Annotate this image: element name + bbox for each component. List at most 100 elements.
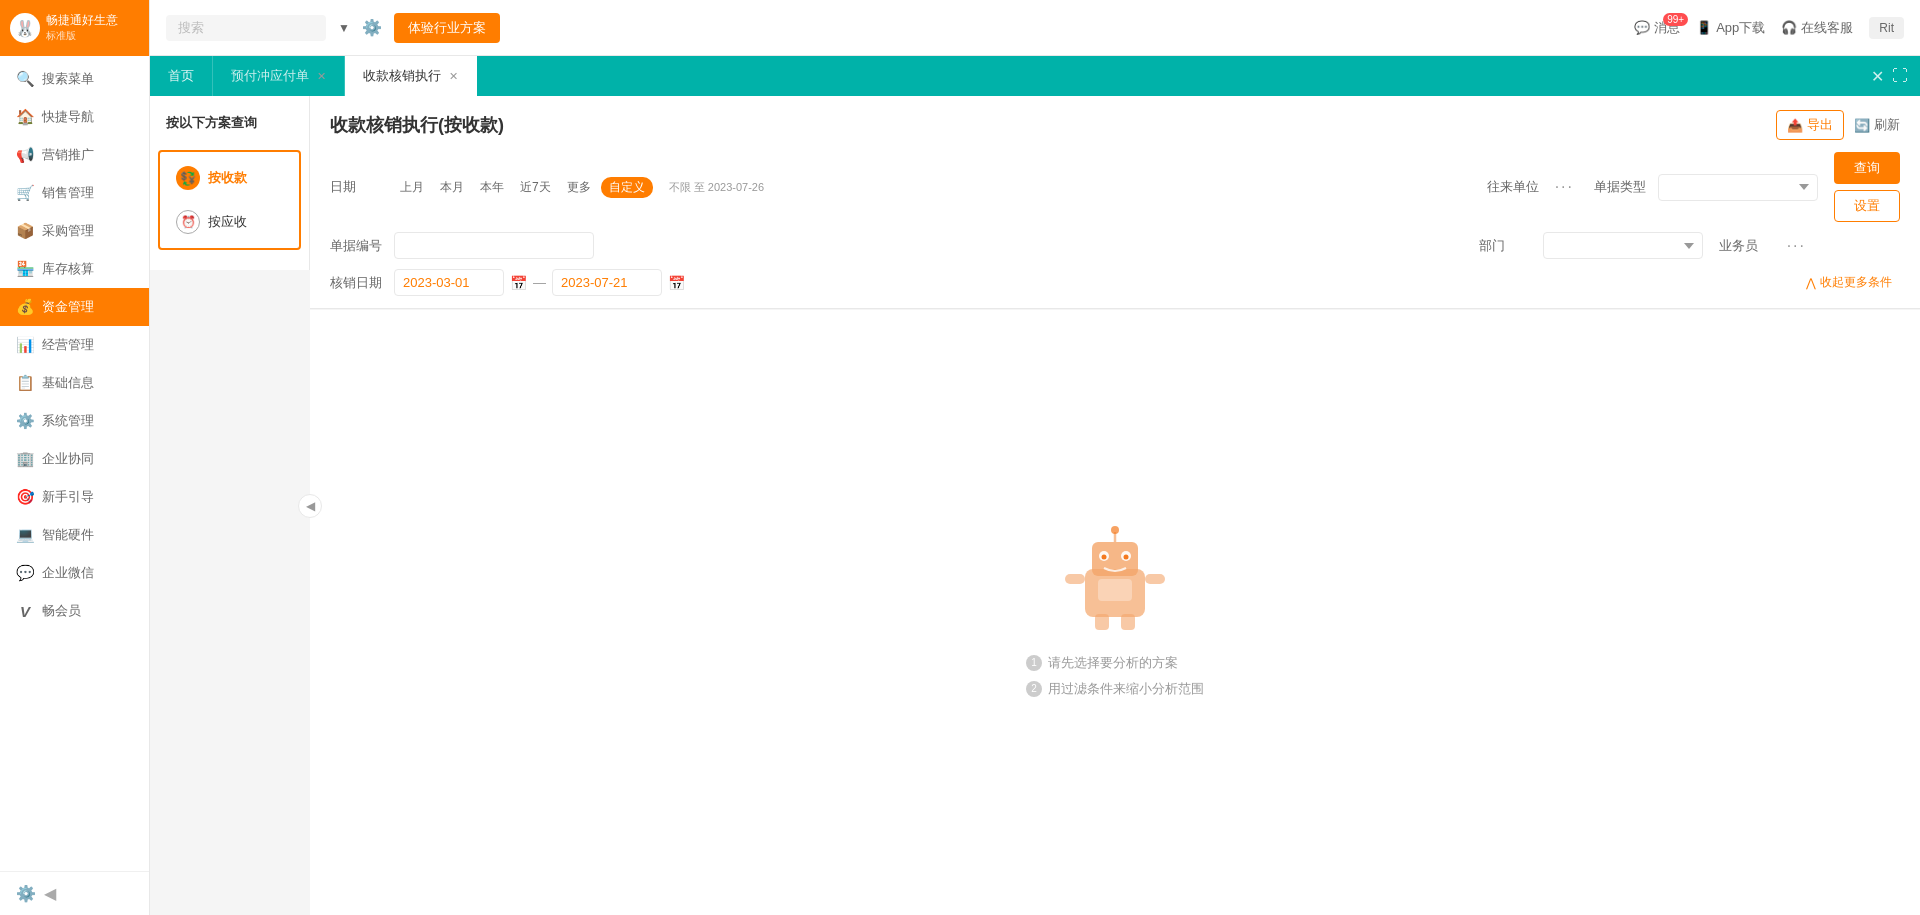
sidebar-item-purchase[interactable]: 📦 采购管理 [0, 212, 149, 250]
filter-panel-collapse-btn[interactable]: ◀ [298, 494, 322, 518]
partner-ellipsis[interactable]: ··· [1551, 174, 1578, 200]
date-btn-7days[interactable]: 近7天 [514, 177, 557, 198]
sidebar-item-vip[interactable]: V 畅会员 [0, 592, 149, 630]
calendar-end-icon[interactable]: 📅 [668, 275, 685, 291]
tab-expand-btn[interactable]: ⛶ [1892, 67, 1908, 85]
headset-icon: 🎧 [1781, 20, 1797, 35]
vip-icon: V [16, 603, 34, 620]
svg-point-5 [1124, 554, 1129, 559]
verify-date-range: 2023-03-01 📅 — 2023-07-21 📅 [394, 269, 685, 296]
user-avatar[interactable]: Rit [1869, 17, 1904, 39]
svg-rect-6 [1065, 574, 1085, 584]
sidebar-item-sales[interactable]: 🛒 销售管理 [0, 174, 149, 212]
query-row-3: 核销日期 2023-03-01 📅 — 2023-07-21 📅 ⋀ [330, 269, 1900, 296]
content-area: 按以下方案查询 💱 按收款 ⏰ 按应收 ◀ 收款核销执 [150, 96, 1920, 915]
topbar-dropdown-icon[interactable]: ▼ [338, 21, 350, 35]
settings-bottom-icon[interactable]: ⚙️ [16, 884, 36, 903]
filter-panel: 按以下方案查询 💱 按收款 ⏰ 按应收 [150, 96, 310, 270]
tab-home[interactable]: 首页 [150, 56, 213, 96]
date-quick-btns: 上月 本月 本年 近7天 更多 自定义 [394, 177, 653, 198]
sidebar-collapse-btn[interactable]: ◀︎ [44, 884, 56, 903]
verify-date-end[interactable]: 2023-07-21 [552, 269, 662, 296]
date-btn-more[interactable]: 更多 [561, 177, 597, 198]
tab-close-btn[interactable]: ✕ [1871, 67, 1884, 86]
tab-prepay-close[interactable]: ✕ [317, 70, 326, 83]
sidebar-item-finance[interactable]: 💰 资金管理 [0, 288, 149, 326]
sidebar-item-guide[interactable]: 🎯 新手引导 [0, 478, 149, 516]
date-filter-group: 日期 上月 本月 本年 近7天 更多 自定义 [330, 177, 653, 198]
target-icon: 🎯 [16, 488, 34, 506]
empty-tip-1: 1 请先选择要分析的方案 [1026, 650, 1204, 676]
tab-collect-close[interactable]: ✕ [449, 70, 458, 83]
app-logo: 🐰 畅捷通好生意 标准版 [0, 0, 149, 56]
topbar-gear-icon[interactable]: ⚙️ [362, 18, 382, 37]
export-button[interactable]: 📤 导出 [1776, 110, 1844, 140]
staff-ellipsis[interactable]: ··· [1783, 233, 1810, 259]
staff-filter-group: 业务员 ··· [1719, 233, 1810, 259]
tab-collect[interactable]: 收款核销执行 ✕ [345, 56, 477, 96]
filter-by-collect[interactable]: 💱 按收款 [160, 156, 299, 200]
sidebar-item-search[interactable]: 🔍 搜索菜单 [0, 60, 149, 98]
refresh-button[interactable]: 🔄 刷新 [1854, 116, 1900, 134]
empty-tips: 1 请先选择要分析的方案 2 用过滤条件来缩小分析范围 [1026, 650, 1204, 702]
svg-rect-8 [1095, 614, 1109, 630]
sidebar-item-quick[interactable]: 🏠 快捷导航 [0, 98, 149, 136]
sidebar-item-manage[interactable]: 📊 经营管理 [0, 326, 149, 364]
query-row-1: 日期 上月 本月 本年 近7天 更多 自定义 不限 至 2023-0 [330, 152, 1900, 222]
sidebar-bottom: ⚙️ ◀︎ [0, 871, 149, 915]
date-btn-last-month[interactable]: 上月 [394, 177, 430, 198]
empty-robot-icon [1060, 524, 1170, 634]
date-btn-this-month[interactable]: 本月 [434, 177, 470, 198]
page-title: 收款核销执行(按收款) [330, 113, 504, 137]
page-header-area: 收款核销执行(按收款) 📤 导出 🔄 刷新 [310, 96, 1920, 309]
query-button[interactable]: 查询 [1834, 152, 1900, 184]
sidebar-item-wechat[interactable]: 💬 企业微信 [0, 554, 149, 592]
calendar-start-icon[interactable]: 📅 [510, 275, 527, 291]
sidebar-item-system[interactable]: ⚙️ 系统管理 [0, 402, 149, 440]
topbar-search-placeholder: 搜索 [166, 15, 326, 41]
app-download-button[interactable]: 📱 App下载 [1696, 19, 1765, 37]
main: 搜索 ▼ ⚙️ 体验行业方案 💬 消息 99+ 📱 App下载 🎧 在线客服 R… [150, 0, 1920, 915]
online-service-button[interactable]: 🎧 在线客服 [1781, 19, 1853, 37]
filter-panel-wrap: 按以下方案查询 💱 按收款 ⏰ 按应收 ◀ [150, 96, 310, 915]
dept-filter-group: 部门 [1479, 232, 1703, 259]
phone-icon: 📱 [1696, 20, 1712, 35]
hardware-icon: 💻 [16, 526, 34, 544]
sidebar-item-inventory[interactable]: 🏪 库存核算 [0, 250, 149, 288]
tab-prepay[interactable]: 预付冲应付单 ✕ [213, 56, 345, 96]
filter-panel-header: 按以下方案查询 [150, 108, 309, 142]
building-icon: 🏢 [16, 450, 34, 468]
message-icon: 💬 [1634, 20, 1650, 35]
sidebar-item-hardware[interactable]: 💻 智能硬件 [0, 516, 149, 554]
query-action-btns: 查询 设置 [1834, 152, 1900, 222]
empty-state: 1 请先选择要分析的方案 2 用过滤条件来缩小分析范围 [310, 310, 1920, 915]
svg-point-4 [1102, 554, 1107, 559]
verify-date-filter-group: 核销日期 2023-03-01 📅 — 2023-07-21 📅 [330, 269, 685, 296]
chart-icon: 📊 [16, 336, 34, 354]
setting-button[interactable]: 设置 [1834, 190, 1900, 222]
message-button[interactable]: 💬 消息 99+ [1634, 19, 1680, 37]
sidebar-nav: 🔍 搜索菜单 🏠 快捷导航 📢 营销推广 🛒 销售管理 📦 采购管理 🏪 库存核… [0, 56, 149, 871]
solution-button[interactable]: 体验行业方案 [394, 13, 500, 43]
doc-type-select[interactable] [1658, 174, 1818, 201]
main-content: 收款核销执行(按收款) 📤 导出 🔄 刷新 [310, 96, 1920, 915]
wechat-icon: 💬 [16, 564, 34, 582]
partner-filter-group: 往来单位 ··· [1487, 174, 1578, 200]
sidebar-item-enterprise[interactable]: 🏢 企业协同 [0, 440, 149, 478]
logo-icon: 🐰 [10, 13, 40, 43]
filter-by-receivable[interactable]: ⏰ 按应收 [160, 200, 299, 244]
page-top-actions: 📤 导出 🔄 刷新 [1776, 110, 1900, 140]
sidebar-item-marketing[interactable]: 📢 营销推广 [0, 136, 149, 174]
svg-rect-7 [1145, 574, 1165, 584]
topbar: 搜索 ▼ ⚙️ 体验行业方案 💬 消息 99+ 📱 App下载 🎧 在线客服 R… [150, 0, 1920, 56]
doc-no-input[interactable] [394, 232, 594, 259]
sidebar-item-basic[interactable]: 📋 基础信息 [0, 364, 149, 402]
dept-select[interactable] [1543, 232, 1703, 259]
svg-rect-12 [1098, 579, 1132, 601]
doc-icon: 📋 [16, 374, 34, 392]
refresh-icon: 🔄 [1854, 118, 1870, 133]
verify-date-start[interactable]: 2023-03-01 [394, 269, 504, 296]
collapse-conditions-btn[interactable]: ⋀ 收起更多条件 [1798, 270, 1900, 295]
date-btn-custom[interactable]: 自定义 [601, 177, 653, 198]
date-btn-this-year[interactable]: 本年 [474, 177, 510, 198]
